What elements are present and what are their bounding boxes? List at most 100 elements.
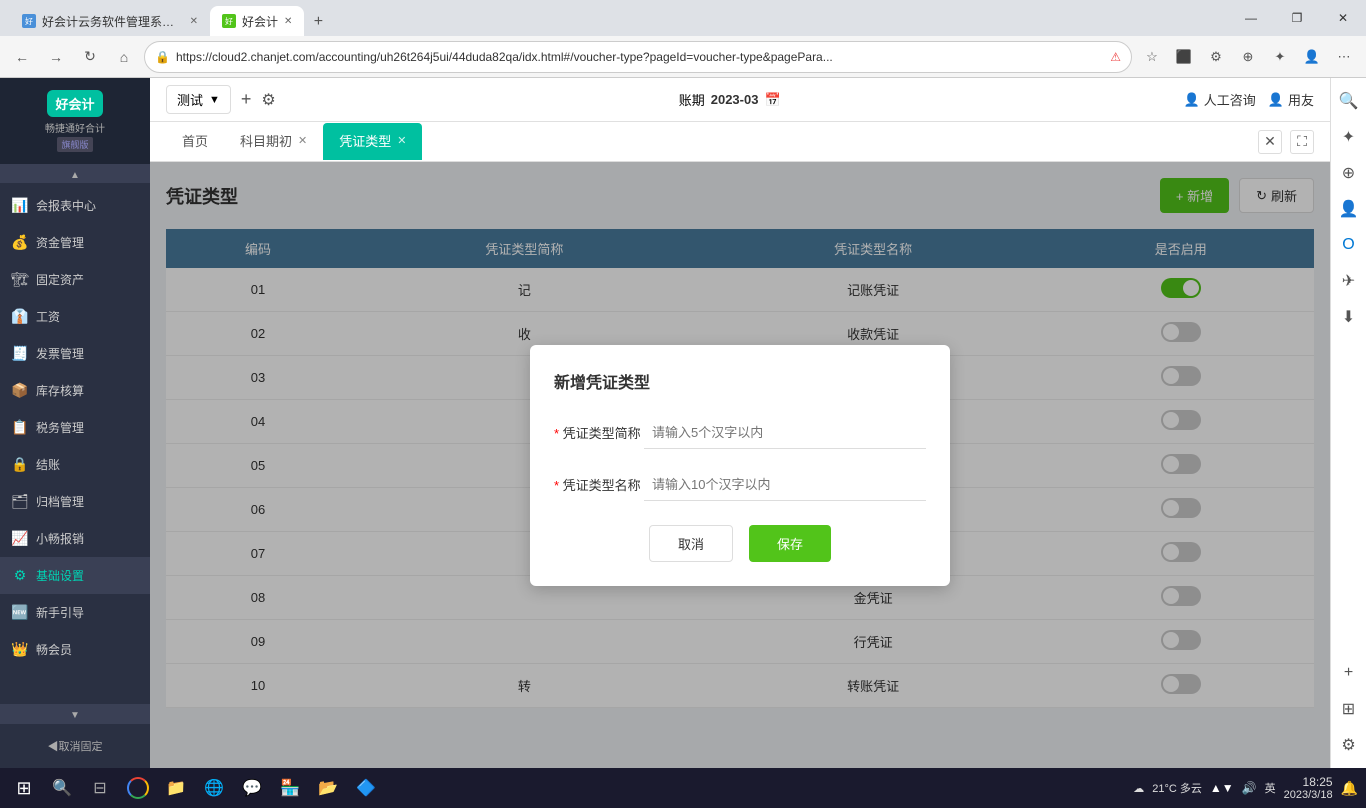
edge-grid-button[interactable]: ⊞ [1334, 694, 1364, 724]
modal-cancel-button[interactable]: 取消 [649, 525, 733, 562]
sidebar-item-member[interactable]: 👑 畅会员 [0, 631, 150, 668]
sidebar-item-settings[interactable]: ⚙ 基础设置 [0, 557, 150, 594]
close-accounts-icon: 🔒 [12, 457, 28, 473]
favorites-button[interactable]: ☆ [1138, 43, 1166, 71]
sidebar-label-dashboard: 会报表中心 [36, 197, 96, 214]
modal-save-button[interactable]: 保存 [749, 525, 831, 562]
edge-settings-button[interactable]: ⚙ [1334, 730, 1364, 760]
user-button[interactable]: 👤 用友 [1268, 90, 1314, 109]
workspace-selector[interactable]: 测试 ▼ [166, 85, 231, 114]
workspace-chevron-icon: ▼ [209, 94, 220, 106]
edge-collections-button[interactable]: ⊕ [1334, 158, 1364, 188]
tab2-title: 好会计 [242, 13, 278, 30]
taskbar-notification-button[interactable]: 🔔 [1341, 780, 1358, 797]
edge-search-button[interactable]: 🔍 [1334, 86, 1364, 116]
form-row-name: 凭证类型名称 [554, 469, 926, 501]
sidebar-item-close[interactable]: 🔒 结账 [0, 446, 150, 483]
tab-window-close-button[interactable]: ✕ [1258, 130, 1282, 154]
browser-settings-button[interactable]: ⚙ [1202, 43, 1230, 71]
tab-home[interactable]: 首页 [166, 123, 224, 160]
new-tab-button[interactable]: + [304, 8, 332, 36]
edge-outlook-button[interactable]: O [1334, 230, 1364, 260]
add-workspace-button[interactable]: + [241, 89, 252, 110]
sidebar-label-archive: 归档管理 [36, 493, 84, 510]
browser-tab-2[interactable]: 好 好会计 ✕ [210, 6, 304, 36]
home-button[interactable]: ⌂ [110, 43, 138, 71]
close-button[interactable]: ✕ [1320, 0, 1366, 36]
scroll-down-button[interactable]: ▼ [0, 704, 150, 723]
report-icon: 📈 [12, 531, 28, 547]
logo-icon: 好会计 [47, 90, 102, 117]
taskbar-date-value: 2023/3/18 [1284, 789, 1333, 801]
period-calendar-icon[interactable]: 📅 [764, 92, 780, 108]
tab-window-expand-button[interactable]: ⛶ [1290, 130, 1314, 154]
right-edge-sidebar: 🔍 ✦ ⊕ 👤 O ✈ ⬇ + ⊞ ⚙ [1330, 78, 1366, 768]
modal-title: 新增凭证类型 [554, 369, 926, 393]
reload-button[interactable]: ↻ [76, 43, 104, 71]
sidebar-menu: 📊 会报表中心 💰 资金管理 🏗 固定资产 👔 工资 🧾 发票管理 📦 [0, 183, 150, 704]
tab-subject-close-icon[interactable]: ✕ [298, 134, 307, 147]
settings-gear-button[interactable]: ⚙ [261, 90, 275, 110]
sidebar-item-guide[interactable]: 🆕 新手引导 [0, 594, 150, 631]
tab-voucher-type-label: 凭证类型 [339, 131, 391, 150]
taskbar-temp: 21°C 多云 [1152, 780, 1202, 796]
forward-button[interactable]: → [42, 43, 70, 71]
page-content: 凭证类型 + 新增 ↻ 刷新 编码 凭证类型简称 凭证类型名称 是否启用 [150, 162, 1330, 768]
sidebar-item-salary[interactable]: 👔 工资 [0, 298, 150, 335]
maximize-button[interactable]: ❐ [1274, 0, 1320, 36]
edge-add-button[interactable]: + [1334, 658, 1364, 688]
taskbar-appstore-button[interactable]: 🏪 [274, 772, 306, 804]
tab2-close-icon[interactable]: ✕ [284, 16, 292, 27]
edge-download-button[interactable]: ⬇ [1334, 302, 1364, 332]
taskbar: ⊞ 🔍 ⊟ 📁 🌐 💬 🏪 📂 🔷 ☁ 21°C 多云 ▲▼ 🔊 英 18:25… [0, 768, 1366, 808]
abbr-input[interactable] [644, 417, 926, 449]
edge-user-button[interactable]: 👤 [1334, 194, 1364, 224]
taskbar-browser2-button[interactable]: 🔷 [350, 772, 382, 804]
copilot-button[interactable]: ✦ [1266, 43, 1294, 71]
sidebar-item-inventory[interactable]: 📦 库存核算 [0, 372, 150, 409]
sidebar-label-funds: 资金管理 [36, 234, 84, 251]
taskbar-multitask-button[interactable]: ⊟ [84, 772, 116, 804]
taskbar-wechat-button[interactable]: 💬 [236, 772, 268, 804]
sidebar-item-funds[interactable]: 💰 资金管理 [0, 224, 150, 261]
more-button[interactable]: ⋯ [1330, 43, 1358, 71]
taskbar-folder-button[interactable]: 📂 [312, 772, 344, 804]
taskbar-file-explorer-button[interactable]: 📁 [160, 772, 192, 804]
taskbar-search-button[interactable]: 🔍 [46, 772, 78, 804]
sidebar-item-invoice[interactable]: 🧾 发票管理 [0, 335, 150, 372]
sidebar-item-dashboard[interactable]: 📊 会报表中心 [0, 187, 150, 224]
browser-extensions-button[interactable]: ⬛ [1170, 43, 1198, 71]
taskbar-clock[interactable]: 18:25 2023/3/18 [1284, 775, 1333, 801]
scroll-up-button[interactable]: ▲ [0, 164, 150, 183]
taskbar-edge-button[interactable]: 🌐 [198, 772, 230, 804]
sidebar-label-assets: 固定资产 [36, 271, 84, 288]
sidebar-item-assets[interactable]: 🏗 固定资产 [0, 261, 150, 298]
tab1-close-icon[interactable]: ✕ [190, 16, 198, 27]
start-button[interactable]: ⊞ [8, 772, 40, 804]
edge-star-button[interactable]: ✦ [1334, 122, 1364, 152]
profile-button[interactable]: 👤 [1298, 43, 1326, 71]
tab-voucher-type-close-icon[interactable]: ✕ [397, 134, 406, 147]
edge-send-button[interactable]: ✈ [1334, 266, 1364, 296]
back-button[interactable]: ← [8, 43, 36, 71]
taskbar-lang: 英 [1265, 780, 1276, 796]
sidebar-label-inventory: 库存核算 [36, 382, 84, 399]
taskbar-chrome-button[interactable] [122, 772, 154, 804]
tab-subject[interactable]: 科目期初 ✕ [224, 123, 323, 160]
tab-voucher-type[interactable]: 凭证类型 ✕ [323, 123, 422, 160]
collections-button[interactable]: ⊕ [1234, 43, 1262, 71]
tab-window-controls: ✕ ⛶ [1258, 130, 1314, 154]
sidebar-label-salary: 工资 [36, 308, 60, 325]
sidebar-item-report[interactable]: 📈 小畅报销 [0, 520, 150, 557]
tab-subject-label: 科目期初 [240, 131, 292, 150]
consult-button[interactable]: 👤 人工咨询 [1184, 90, 1256, 109]
address-bar[interactable]: 🔒 https://cloud2.chanjet.com/accounting/… [144, 41, 1132, 73]
cancel-fixed-button[interactable]: ◀取消固定 [8, 732, 142, 760]
sidebar-label-invoice: 发票管理 [36, 345, 84, 362]
sidebar-item-archive[interactable]: 🗂 归档管理 [0, 483, 150, 520]
minimize-button[interactable]: — [1228, 0, 1274, 36]
browser-tab-1[interactable]: 好 好会计云务软件管理系统_会计 ✕ [10, 6, 210, 36]
sidebar-item-tax[interactable]: 📋 税务管理 [0, 409, 150, 446]
name-input[interactable] [644, 469, 926, 501]
archive-icon: 🗂 [12, 494, 28, 510]
